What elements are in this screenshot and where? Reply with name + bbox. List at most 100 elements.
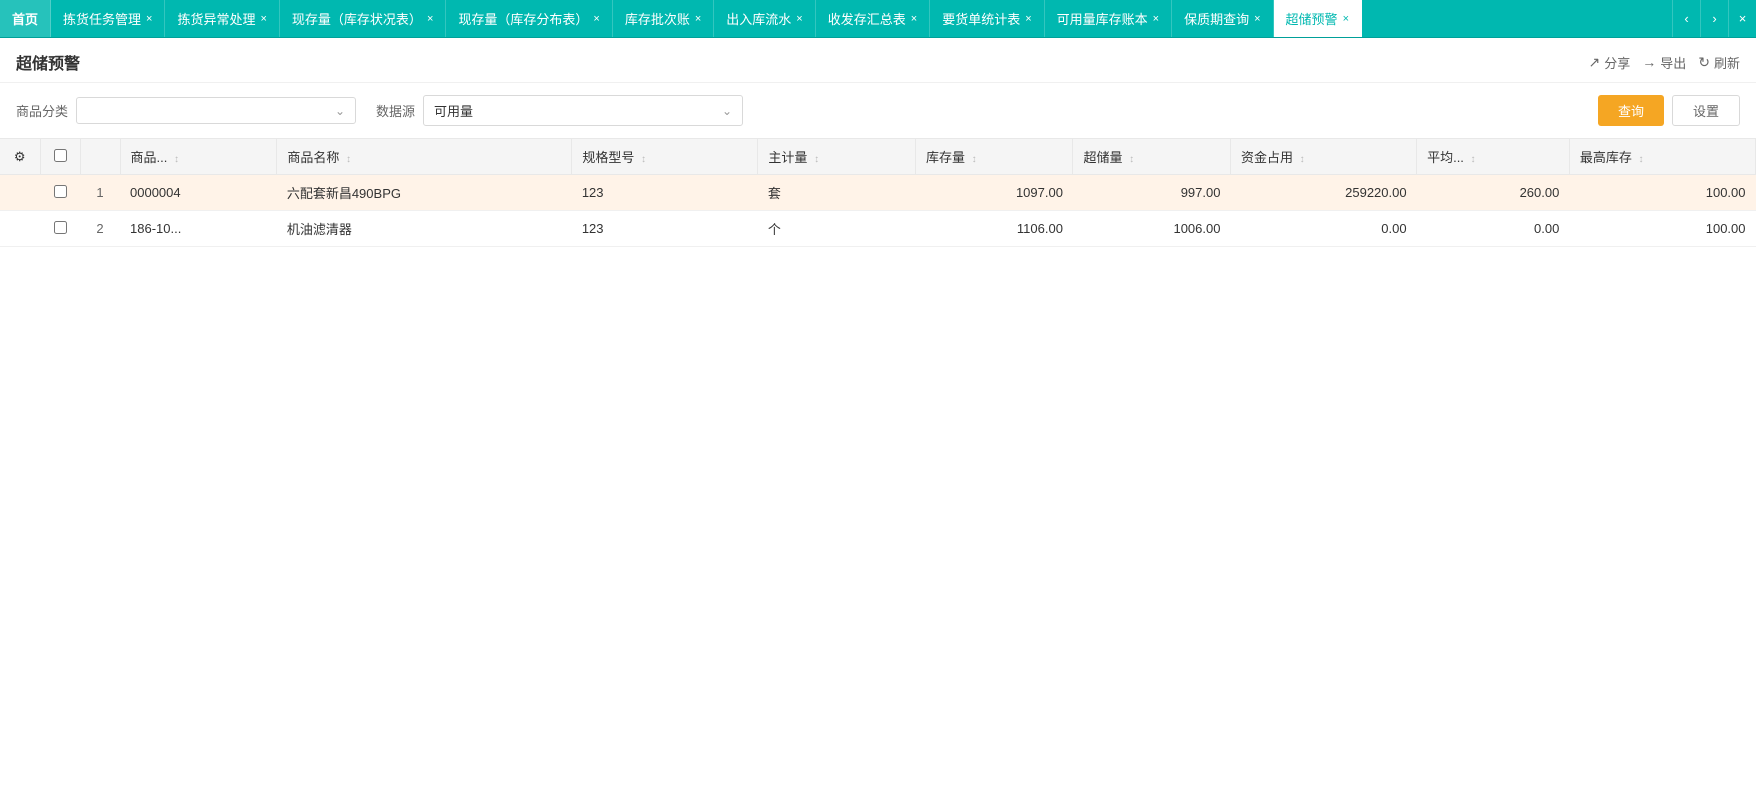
top-navigation: 首页拣货任务管理 ×拣货异常处理 ×现存量（库存状况表） ×现存量（库存分布表）… xyxy=(0,0,1756,38)
row-product-code: 186-10... xyxy=(120,211,277,247)
th-product-code-sort-icon: ↕ xyxy=(174,154,179,165)
table-header-row: ⚙ 商品... ↕ 商品名称 ↕ 规格型号 xyxy=(0,139,1756,175)
th-spec-label: 规格型号 xyxy=(582,150,634,165)
th-stock-sort-icon: ↕ xyxy=(972,154,977,165)
nav-item-label-inout-flow: 出入库流水 xyxy=(726,9,791,28)
th-spec-sort-icon: ↕ xyxy=(641,154,646,165)
nav-prev-button[interactable]: ‹ xyxy=(1672,0,1700,38)
th-capital[interactable]: 资金占用 ↕ xyxy=(1230,139,1416,175)
refresh-icon: ↻ xyxy=(1698,54,1710,71)
row-capital: 0.00 xyxy=(1230,211,1416,247)
th-stock[interactable]: 库存量 ↕ xyxy=(915,139,1073,175)
share-button[interactable]: ↗ 分享 xyxy=(1588,53,1630,72)
th-unit-label: 主计量 xyxy=(768,150,807,165)
page-header: 超储预警 ↗ 分享 → 导出 ↻ 刷新 xyxy=(0,38,1756,83)
th-gear[interactable]: ⚙ xyxy=(0,139,40,175)
row-spec: 123 xyxy=(572,211,758,247)
export-label: 导出 xyxy=(1660,53,1686,72)
refresh-button[interactable]: ↻ 刷新 xyxy=(1698,53,1740,72)
nav-item-close-quality-check[interactable]: × xyxy=(1254,13,1260,25)
datasource-label: 数据源 xyxy=(376,101,415,120)
category-select-text xyxy=(87,103,91,118)
th-avg[interactable]: 平均... ↕ xyxy=(1417,139,1570,175)
nav-item-label-home: 首页 xyxy=(12,9,38,28)
nav-item-exception[interactable]: 拣货异常处理 × xyxy=(165,0,279,37)
row-capital: 259220.00 xyxy=(1230,175,1416,211)
nav-item-close-batch-account[interactable]: × xyxy=(695,13,701,25)
nav-item-close-inventory-dist[interactable]: × xyxy=(593,13,599,25)
nav-item-batch-account[interactable]: 库存批次账 × xyxy=(613,0,714,37)
table-row: 10000004六配套新昌490BPG123套1097.00997.002592… xyxy=(0,175,1756,211)
row-unit: 个 xyxy=(758,211,916,247)
nav-item-inventory-dist[interactable]: 现存量（库存分布表） × xyxy=(446,0,612,37)
nav-item-label-collect-summary: 收发存汇总表 xyxy=(828,9,906,28)
th-max-stock-sort-icon: ↕ xyxy=(1638,154,1643,165)
th-product-code[interactable]: 商品... ↕ xyxy=(120,139,277,175)
filter-area: 商品分类 ⌄ 数据源 可用量 ⌄ 查询 设置 xyxy=(0,83,1756,138)
export-button[interactable]: → 导出 xyxy=(1642,53,1686,72)
nav-item-label-order-stats: 要货单统计表 xyxy=(942,9,1020,28)
nav-close-button[interactable]: × xyxy=(1728,0,1756,38)
nav-item-close-available-account[interactable]: × xyxy=(1153,13,1159,25)
th-avg-sort-icon: ↕ xyxy=(1471,154,1476,165)
settings-button[interactable]: 设置 xyxy=(1672,95,1740,126)
row-product-code: 0000004 xyxy=(120,175,277,211)
nav-item-order-stats[interactable]: 要货单统计表 × xyxy=(930,0,1044,37)
th-product-name-label: 商品名称 xyxy=(287,150,339,165)
th-product-name[interactable]: 商品名称 ↕ xyxy=(277,139,572,175)
table-container: ⚙ 商品... ↕ 商品名称 ↕ 规格型号 xyxy=(0,138,1756,247)
datasource-select-text: 可用量 xyxy=(434,101,473,120)
th-checkbox xyxy=(40,139,80,175)
nav-item-collect-summary[interactable]: 收发存汇总表 × xyxy=(816,0,930,37)
header-actions: ↗ 分享 → 导出 ↻ 刷新 xyxy=(1588,53,1740,72)
nav-item-close-exception[interactable]: × xyxy=(260,13,266,25)
row-checkbox[interactable] xyxy=(54,221,67,234)
nav-item-inventory-status[interactable]: 现存量（库存状况表） × xyxy=(280,0,446,37)
datasource-chevron-icon: ⌄ xyxy=(722,104,732,118)
nav-item-home[interactable]: 首页 xyxy=(0,0,51,37)
page-title: 超储预警 xyxy=(16,50,80,74)
select-all-checkbox[interactable] xyxy=(54,149,67,162)
th-unit[interactable]: 主计量 ↕ xyxy=(758,139,916,175)
nav-item-close-overstock-warning[interactable]: × xyxy=(1343,13,1349,25)
nav-item-close-inventory-status[interactable]: × xyxy=(427,13,433,25)
nav-arrows: ‹ › × xyxy=(1672,0,1756,38)
category-select[interactable]: ⌄ xyxy=(76,97,356,124)
nav-item-close-inout-flow[interactable]: × xyxy=(796,13,802,25)
th-max-stock[interactable]: 最高库存 ↕ xyxy=(1569,139,1755,175)
filter-buttons: 查询 设置 xyxy=(1598,95,1740,126)
th-capital-sort-icon: ↕ xyxy=(1300,154,1305,165)
nav-item-inout-flow[interactable]: 出入库流水 × xyxy=(714,0,815,37)
export-icon: → xyxy=(1642,54,1656,70)
query-button[interactable]: 查询 xyxy=(1598,95,1664,126)
nav-item-label-inventory-dist: 现存量（库存分布表） xyxy=(458,9,588,28)
th-stock-label: 库存量 xyxy=(926,150,965,165)
nav-item-label-available-account: 可用量库存账本 xyxy=(1057,9,1148,28)
nav-item-quality-check[interactable]: 保质期查询 × xyxy=(1172,0,1273,37)
th-spec[interactable]: 规格型号 ↕ xyxy=(572,139,758,175)
th-overstock-sort-icon: ↕ xyxy=(1129,154,1134,165)
nav-item-close-order-stats[interactable]: × xyxy=(1025,13,1031,25)
gear-icon: ⚙ xyxy=(14,149,26,164)
nav-item-label-inventory-status: 现存量（库存状况表） xyxy=(292,9,422,28)
th-avg-label: 平均... xyxy=(1427,150,1464,165)
nav-item-overstock-warning[interactable]: 超储预警 × xyxy=(1274,0,1362,37)
th-max-stock-label: 最高库存 xyxy=(1580,150,1632,165)
share-icon: ↗ xyxy=(1588,54,1600,71)
category-chevron-icon: ⌄ xyxy=(335,104,345,118)
nav-item-available-account[interactable]: 可用量库存账本 × xyxy=(1045,0,1172,37)
row-stock: 1106.00 xyxy=(915,211,1073,247)
table-row: 2186-10...机油滤清器123个1106.001006.000.000.0… xyxy=(0,211,1756,247)
nav-item-task-mgmt[interactable]: 拣货任务管理 × xyxy=(51,0,165,37)
datasource-select[interactable]: 可用量 ⌄ xyxy=(423,95,743,126)
category-filter: 商品分类 ⌄ xyxy=(16,97,356,124)
row-max-stock: 100.00 xyxy=(1569,175,1755,211)
row-checkbox[interactable] xyxy=(54,185,67,198)
row-unit: 套 xyxy=(758,175,916,211)
th-capital-label: 资金占用 xyxy=(1241,150,1293,165)
nav-item-close-task-mgmt[interactable]: × xyxy=(146,13,152,25)
nav-next-button[interactable]: › xyxy=(1700,0,1728,38)
th-overstock[interactable]: 超储量 ↕ xyxy=(1073,139,1231,175)
nav-item-close-collect-summary[interactable]: × xyxy=(911,13,917,25)
nav-item-label-task-mgmt: 拣货任务管理 xyxy=(63,9,141,28)
